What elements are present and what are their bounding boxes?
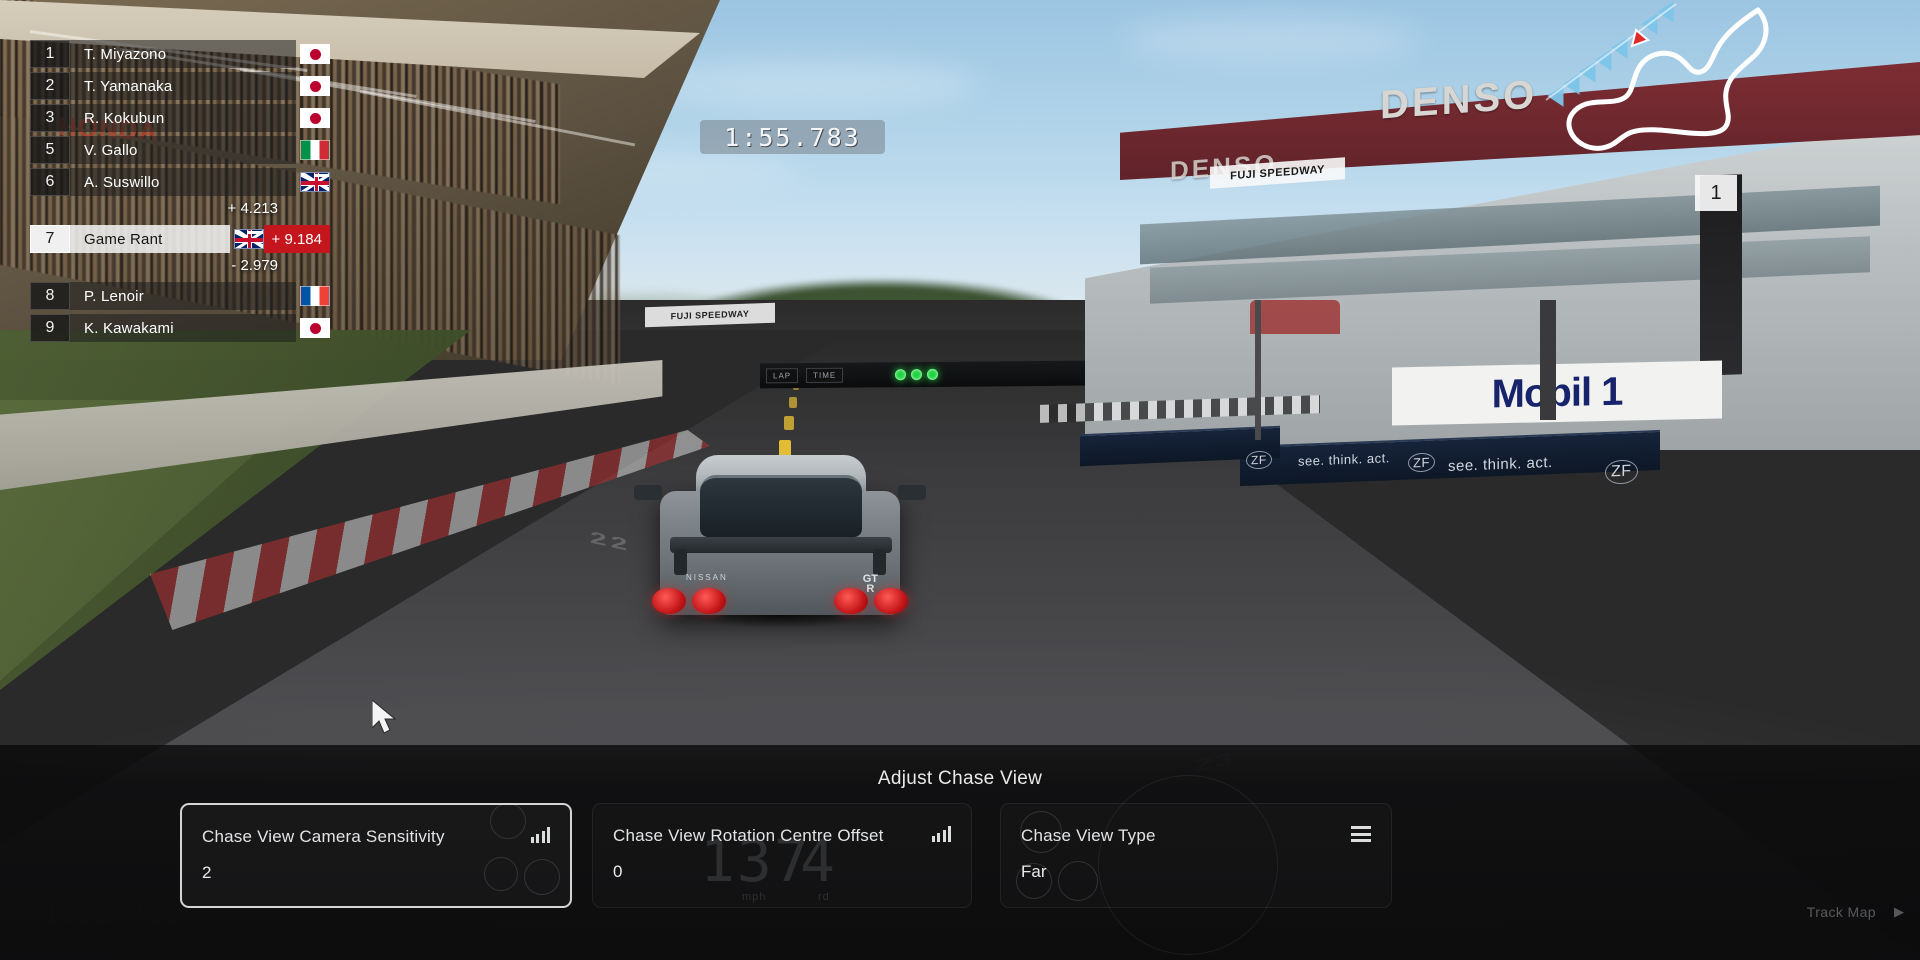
- setting-label: Chase View Rotation Centre Offset: [613, 826, 884, 845]
- signal-bars-icon[interactable]: [931, 826, 951, 842]
- signal-bars-icon[interactable]: [530, 827, 550, 843]
- setting-value: Far: [1021, 862, 1047, 881]
- overlay-title: Adjust Chase View: [877, 768, 1043, 789]
- leaderboard-row-player: 7 Game Rant + 9.184: [30, 225, 330, 253]
- cloud: [1120, 18, 1420, 62]
- leaderboard-position: 7: [30, 225, 70, 253]
- japan-flag: [300, 108, 330, 128]
- setting-label: Chase View Camera Sensitivity: [202, 827, 445, 846]
- car-rear-window: [700, 475, 862, 537]
- leaderboard-position: 8: [30, 282, 70, 310]
- lane-dash: [789, 397, 797, 408]
- car-spoiler: [670, 537, 892, 553]
- start-lights: [895, 368, 939, 381]
- taillight: [692, 588, 726, 614]
- leaderboard-gap-to-leader: + 9.184: [263, 225, 330, 253]
- player-position-marker: [1630, 28, 1650, 48]
- leaderboard-driver-name: V. Gallo: [70, 136, 296, 164]
- car-mirror-left: [634, 485, 662, 500]
- leaderboard-driver-name: K. Kawakami: [70, 314, 296, 342]
- leaderboard-position: 2: [30, 72, 70, 100]
- leaderboard-row: 8 P. Lenoir: [30, 282, 330, 310]
- leaderboard-driver-name: P. Lenoir: [70, 282, 296, 310]
- taillight: [874, 588, 908, 614]
- car-model-badge: GT R: [863, 574, 878, 595]
- japan-flag: [300, 44, 330, 64]
- setting-label: Chase View Type: [1021, 826, 1156, 845]
- france-flag: [300, 286, 330, 306]
- leaderboard-driver-name: A. Suswillo: [70, 168, 296, 196]
- settings-panels: Chase View Camera Sensitivity 2 Chase View…: [0, 803, 1920, 913]
- leaderboard-position: 5: [30, 136, 70, 164]
- japan-flag: [300, 318, 330, 338]
- united-kingdom-flag: [300, 172, 330, 192]
- setting-value: 2: [202, 863, 212, 882]
- united-kingdom-flag: [233, 229, 264, 249]
- start-line-scoreboard: LAP TIME: [760, 360, 1090, 389]
- mobil-suffix: 1: [1601, 369, 1623, 414]
- leaderboard-row: 6 A. Suswillo: [30, 168, 330, 196]
- leaderboard-row: 3 R. Kokubun: [30, 104, 330, 132]
- leaderboard-row: 1 T. Miyazono: [30, 40, 330, 68]
- mouse-cursor: [371, 698, 398, 738]
- lap-time-hud: 1:55.783: [700, 120, 885, 154]
- car-mirror-right: [898, 485, 926, 500]
- leaderboard-driver-name: T. Yamanaka: [70, 72, 296, 100]
- leaderboard-driver-name: T. Miyazono: [70, 40, 296, 68]
- mobil1-adboard: Mobil1: [1392, 360, 1722, 426]
- player-car: NISSAN GT R: [630, 445, 930, 635]
- setting-panel-1[interactable]: Chase View Camera Sensitivity 2: [180, 803, 572, 908]
- car-brand-badge: NISSAN: [686, 573, 728, 582]
- corner-number-indicator: 1: [1695, 175, 1737, 211]
- game-screen: HONDA FUJI SPEEDWAY LAP TIME DENSO DENSO…: [0, 0, 1920, 960]
- light-pole: [1540, 300, 1556, 420]
- leaderboard-driver-name: Game Rant: [70, 225, 230, 253]
- leaderboard-row: 2 T. Yamanaka: [30, 72, 330, 100]
- scoreboard-lap-label: LAP: [766, 368, 799, 384]
- setting-panel-3[interactable]: Chase View Type Far: [1000, 803, 1392, 908]
- lap-time-value: 1:55.783: [724, 122, 861, 152]
- leaderboard-driver-name: R. Kokubun: [70, 104, 296, 132]
- delta-ahead: + 4.213: [227, 200, 278, 217]
- delta-behind: - 2.979: [231, 257, 278, 274]
- setting-panel-2[interactable]: Chase View Rotation Centre Offset 0: [592, 803, 972, 908]
- leaderboard-position: 6: [30, 168, 70, 196]
- hamburger-menu-icon[interactable]: [1351, 826, 1371, 842]
- track-map-label: Track Map: [1806, 904, 1876, 920]
- track-map-svg: [1545, 1, 1769, 151]
- scoreboard-time-label: TIME: [806, 367, 844, 384]
- italy-flag: [300, 140, 330, 160]
- japan-flag: [300, 76, 330, 96]
- leaderboard-position: 3: [30, 104, 70, 132]
- pit-awning: [1250, 300, 1340, 334]
- taillight: [834, 588, 868, 614]
- leaderboard-row: 5 V. Gallo: [30, 136, 330, 164]
- leaderboard-row: 9 K. Kawakami: [30, 314, 330, 342]
- adjust-chase-view-overlay: 137 mph 4 rd Adjust Chase View Chase Vie…: [0, 745, 1920, 960]
- lane-dash: [784, 416, 794, 430]
- track-map: [1540, 0, 1790, 190]
- car-spoiler-support: [674, 549, 687, 575]
- cloud: [640, 60, 980, 108]
- leaderboard-position: 1: [30, 40, 70, 68]
- track-map-next-arrow[interactable]: ▶: [1894, 904, 1904, 920]
- car-spoiler-support: [873, 549, 886, 575]
- leaderboard-position: 9: [30, 314, 70, 342]
- taillight: [652, 588, 686, 614]
- leaderboard: 1 T. Miyazono 2 T. Yamanaka 3 R. Kokubun 5 V. G…: [30, 40, 330, 346]
- light-pole: [1255, 300, 1261, 440]
- setting-value: 0: [613, 862, 623, 881]
